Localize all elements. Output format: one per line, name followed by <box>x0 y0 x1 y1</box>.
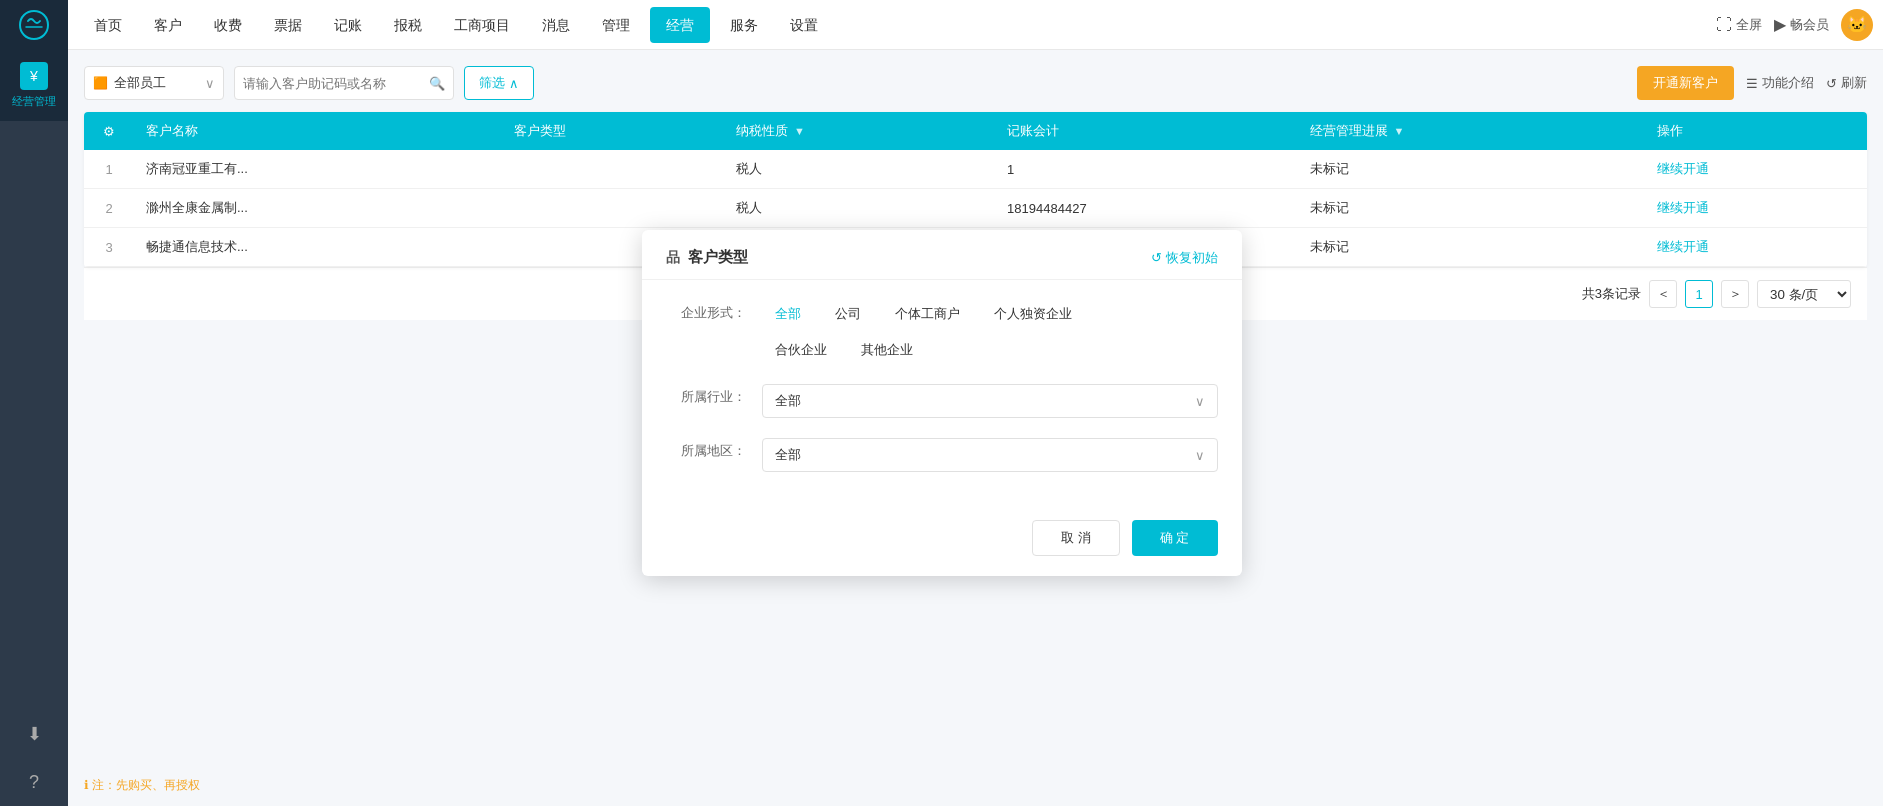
customer-type-modal: 品 客户类型 ↺ 恢复初始 企业形式： 全部 公司 个体工商户 个人独资企业 <box>642 230 1242 576</box>
industry-select[interactable]: 全部 ∨ <box>762 384 1218 418</box>
industry-content: 全部 ∨ <box>762 384 1218 418</box>
modal-reset-button[interactable]: ↺ 恢复初始 <box>1151 249 1218 267</box>
enterprise-form-row: 企业形式： 全部 公司 个体工商户 个人独资企业 合伙企业 其他企业 <box>666 300 1218 364</box>
region-arrow-icon: ∨ <box>1195 448 1205 463</box>
tag-sole[interactable]: 个人独资企业 <box>981 300 1085 328</box>
region-value: 全部 <box>775 446 801 464</box>
tag-company[interactable]: 公司 <box>822 300 874 328</box>
enterprise-form-label: 企业形式： <box>666 300 746 322</box>
modal-title-icon: 品 <box>666 249 680 267</box>
industry-label: 所属行业： <box>666 384 746 406</box>
reset-label: 恢复初始 <box>1166 249 1218 267</box>
region-content: 全部 ∨ <box>762 438 1218 472</box>
tag-partnership[interactable]: 合伙企业 <box>762 336 840 364</box>
cancel-button[interactable]: 取 消 <box>1032 520 1120 556</box>
enterprise-form-content: 全部 公司 个体工商户 个人独资企业 合伙企业 其他企业 <box>762 300 1218 364</box>
modal-overlay: 品 客户类型 ↺ 恢复初始 企业形式： 全部 公司 个体工商户 个人独资企业 <box>0 0 1883 806</box>
modal-title: 品 客户类型 <box>666 248 748 267</box>
tag-all[interactable]: 全部 <box>762 300 814 328</box>
region-select[interactable]: 全部 ∨ <box>762 438 1218 472</box>
industry-row: 所属行业： 全部 ∨ <box>666 384 1218 418</box>
modal-title-text: 客户类型 <box>688 248 748 267</box>
tag-other[interactable]: 其他企业 <box>848 336 926 364</box>
modal-body: 企业形式： 全部 公司 个体工商户 个人独资企业 合伙企业 其他企业 所属 <box>642 280 1242 508</box>
industry-arrow-icon: ∨ <box>1195 394 1205 409</box>
industry-value: 全部 <box>775 392 801 410</box>
reset-icon: ↺ <box>1151 250 1162 265</box>
region-row: 所属地区： 全部 ∨ <box>666 438 1218 472</box>
modal-footer: 取 消 确 定 <box>642 508 1242 576</box>
confirm-button[interactable]: 确 定 <box>1132 520 1218 556</box>
enterprise-tag-group: 全部 公司 个体工商户 个人独资企业 <box>762 300 1218 328</box>
region-label: 所属地区： <box>666 438 746 460</box>
enterprise-tag-group-2: 合伙企业 其他企业 <box>762 336 1218 364</box>
modal-header: 品 客户类型 ↺ 恢复初始 <box>642 230 1242 280</box>
tag-individual[interactable]: 个体工商户 <box>882 300 973 328</box>
